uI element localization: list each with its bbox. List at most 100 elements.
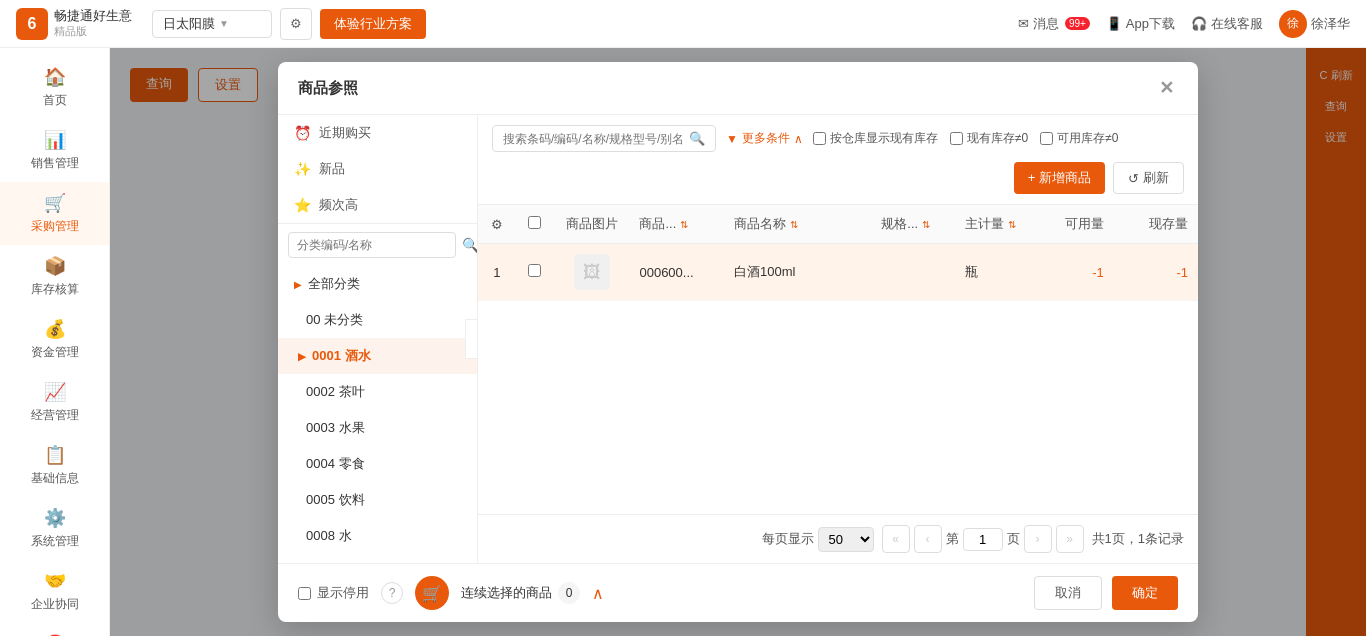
modal-product-reference: 商品参照 ✕ ⏰ 近期购买 ✨ — [278, 62, 1198, 622]
category-item-drink[interactable]: 0005 饮料 — [278, 482, 477, 518]
footer-help-btn[interactable]: ? — [381, 582, 403, 604]
purchase-icon: 🛒 — [44, 192, 66, 214]
quick-link-frequent[interactable]: ⭐ 频次高 — [278, 187, 477, 223]
row-checkbox[interactable] — [528, 264, 541, 277]
sidebar-item-home[interactable]: 🏠 首页 — [0, 56, 109, 119]
show-disabled-checkbox[interactable] — [298, 587, 311, 600]
nav-app-download[interactable]: 📱 App下载 — [1106, 15, 1175, 33]
select-all-checkbox[interactable] — [528, 216, 541, 229]
refresh-btn[interactable]: ↺ 刷新 — [1113, 162, 1184, 194]
nav-online-service[interactable]: 🎧 在线客服 — [1191, 15, 1263, 33]
sidebar-item-label: 采购管理 — [31, 218, 79, 235]
product-table: ⚙ 商品图片 商品... ⇅ — [478, 205, 1198, 301]
nav-message[interactable]: ✉ 消息 99+ — [1018, 15, 1090, 33]
sidebar-item-label: 销售管理 — [31, 155, 79, 172]
img-placeholder: 🖼 — [574, 254, 610, 290]
operations-icon: 📈 — [44, 381, 66, 403]
sidebar-item-purchase[interactable]: 🛒 采购管理 — [0, 182, 109, 245]
category-search-icon[interactable]: 🔍 — [462, 237, 478, 253]
next-page-btn[interactable]: › — [1024, 525, 1052, 553]
category-item-water[interactable]: 0008 水 — [278, 518, 477, 554]
modal-title: 商品参照 — [298, 79, 358, 98]
sidebar-item-sales[interactable]: 📊 销售管理 — [0, 119, 109, 182]
th-unit[interactable]: 主计量 ⇅ — [955, 205, 1029, 244]
page-number-input[interactable] — [963, 528, 1003, 551]
filter-check-available-nonzero[interactable]: 可用库存≠0 — [1040, 130, 1118, 147]
filter-check-stock-nonzero[interactable]: 现有库存≠0 — [950, 130, 1028, 147]
sidebar-item-guide[interactable]: 🎯 新手引导 — [0, 623, 109, 636]
product-stock: -1 — [1114, 244, 1198, 301]
category-item-fruit[interactable]: 0003 水果 — [278, 410, 477, 446]
confirm-btn[interactable]: 确定 — [1112, 576, 1178, 610]
category-collapse-btn[interactable]: 《 — [465, 319, 478, 359]
quick-links: ⏰ 近期购买 ✨ 新品 ⭐ 频次高 — [278, 115, 477, 224]
sidebar-item-label: 首页 — [43, 92, 67, 109]
th-settings[interactable]: ⚙ — [478, 205, 516, 244]
table-header-row: ⚙ 商品图片 商品... ⇅ — [478, 205, 1198, 244]
th-code[interactable]: 商品... ⇅ — [629, 205, 724, 244]
sidebar-item-collab[interactable]: 🤝 企业协同 — [0, 560, 109, 623]
th-stock: 现存量 — [1114, 205, 1198, 244]
th-spec[interactable]: 规格... ⇅ — [871, 205, 955, 244]
show-disabled-check[interactable]: 显示停用 — [298, 584, 369, 602]
caret-icon: ▶ — [298, 351, 306, 362]
table-row[interactable]: 1 🖼 000600... 白酒100ml — [478, 244, 1198, 301]
filter-more-btn[interactable]: ▼ 更多条件 ∧ — [726, 130, 803, 147]
category-list: ▶ 全部分类 00 未分类 ▶ 0001 酒水 0002 茶 — [278, 266, 477, 563]
inventory-icon: 📦 — [44, 255, 66, 277]
sidebar-item-label: 库存核算 — [31, 281, 79, 298]
quick-link-recent[interactable]: ⏰ 近期购买 — [278, 115, 477, 151]
category-item-unclassified[interactable]: 00 未分类 — [278, 302, 477, 338]
nav-settings-btn[interactable]: ⚙ — [280, 8, 312, 40]
add-product-btn[interactable]: + 新增商品 — [1014, 162, 1105, 194]
search-icon[interactable]: 🔍 — [689, 131, 705, 146]
caret-icon: ▶ — [294, 279, 302, 290]
category-item-snack[interactable]: 0004 零食 — [278, 446, 477, 482]
logo: 6 畅捷通好生意 精品版 — [16, 8, 132, 40]
th-check — [516, 205, 554, 244]
sidebar-item-basics[interactable]: 📋 基础信息 — [0, 434, 109, 497]
sidebar-item-operations[interactable]: 📈 经营管理 — [0, 371, 109, 434]
category-item-all[interactable]: ▶ 全部分类 — [278, 266, 477, 302]
last-page-btn[interactable]: » — [1056, 525, 1084, 553]
row-check[interactable] — [516, 244, 554, 301]
sidebar-item-label: 资金管理 — [31, 344, 79, 361]
store-selector[interactable]: 日太阳膜 ▼ — [152, 10, 272, 38]
category-item-tea[interactable]: 0002 茶叶 — [278, 374, 477, 410]
cancel-btn[interactable]: 取消 — [1034, 576, 1102, 610]
category-panel: ⏰ 近期购买 ✨ 新品 ⭐ 频次高 — [278, 115, 478, 563]
filter-bar: 🔍 ▼ 更多条件 ∧ 按仓库显示现有库存 — [478, 115, 1198, 205]
product-search-input[interactable] — [503, 132, 683, 146]
product-spec — [871, 244, 955, 301]
home-icon: 🏠 — [44, 66, 66, 88]
available-nonzero-checkbox[interactable] — [1040, 132, 1053, 145]
sidebar-item-finance[interactable]: 💰 资金管理 — [0, 308, 109, 371]
nav-user[interactable]: 徐 徐泽华 — [1279, 10, 1350, 38]
th-name[interactable]: 商品名称 ⇅ — [724, 205, 871, 244]
sidebar: 🏠 首页 📊 销售管理 🛒 采购管理 📦 库存核算 💰 资金管理 📈 经营管理 … — [0, 48, 110, 636]
sidebar-item-system[interactable]: ⚙️ 系统管理 — [0, 497, 109, 560]
quick-link-new[interactable]: ✨ 新品 — [278, 151, 477, 187]
experience-btn[interactable]: 体验行业方案 — [320, 9, 426, 39]
product-available: -1 — [1030, 244, 1114, 301]
page-suffix: 页 — [1007, 530, 1020, 548]
category-item-appliance[interactable]: 0010 家电 — [278, 554, 477, 563]
sidebar-item-inventory[interactable]: 📦 库存核算 — [0, 245, 109, 308]
footer-collapse-btn[interactable]: ∧ — [592, 584, 604, 603]
prev-page-btn[interactable]: ‹ — [914, 525, 942, 553]
category-label: 0008 水 — [306, 527, 352, 545]
basics-icon: 📋 — [44, 444, 66, 466]
filter-checks: 按仓库显示现有库存 现有库存≠0 可用库存≠0 — [813, 130, 1119, 147]
chevron-up-icon: ∧ — [794, 132, 803, 146]
stock-nonzero-checkbox[interactable] — [950, 132, 963, 145]
quick-link-label: 近期购买 — [319, 124, 371, 142]
page-size-dropdown[interactable]: 50 100 200 — [818, 527, 874, 552]
category-search-input[interactable] — [288, 232, 456, 258]
modal-close-btn[interactable]: ✕ — [1154, 76, 1178, 100]
warehouse-checkbox[interactable] — [813, 132, 826, 145]
row-num: 1 — [478, 244, 516, 301]
category-label: 0003 水果 — [306, 419, 365, 437]
first-page-btn[interactable]: « — [882, 525, 910, 553]
filter-check-warehouse[interactable]: 按仓库显示现有库存 — [813, 130, 938, 147]
category-item-liquor[interactable]: ▶ 0001 酒水 — [278, 338, 477, 374]
